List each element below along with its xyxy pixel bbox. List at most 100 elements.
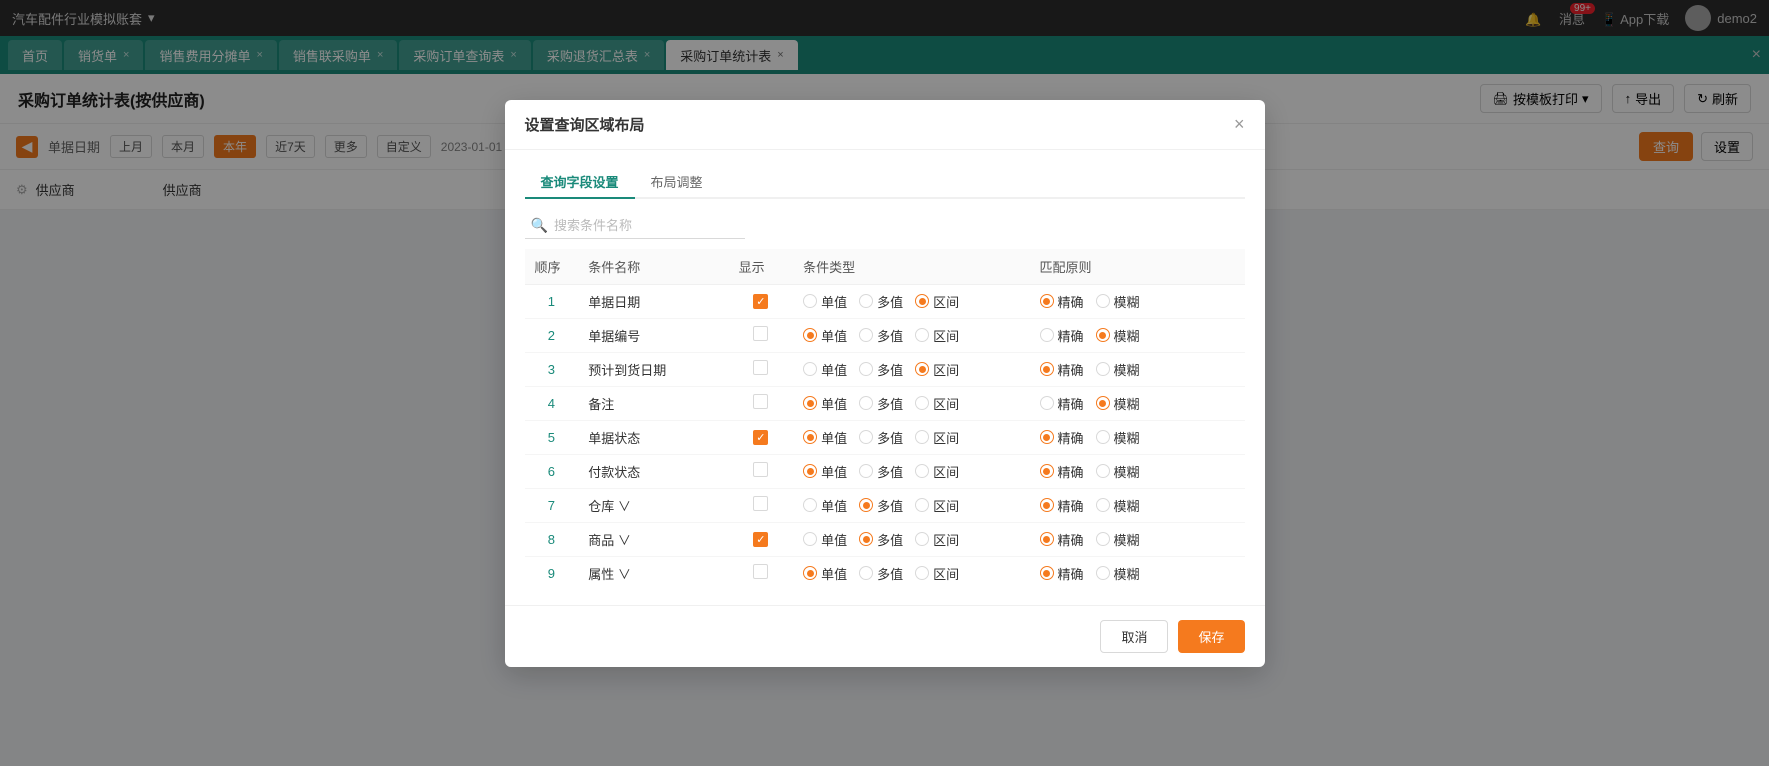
type-radio-多值[interactable]: 多值: [859, 428, 903, 447]
match-radio-精确[interactable]: 精确: [1040, 326, 1084, 345]
type-radio-多值[interactable]: 多值: [859, 394, 903, 413]
match-radio-模糊[interactable]: 模糊: [1096, 428, 1140, 447]
dialog-body: 查询字段设置 布局调整 🔍 顺序 条件名称 显示 条件类型: [505, 150, 1265, 605]
cell-match: 精确 模糊: [1030, 284, 1245, 318]
match-radio-模糊[interactable]: 模糊: [1096, 462, 1140, 481]
match-radio-精确[interactable]: 精确: [1040, 428, 1084, 447]
type-radio-多值[interactable]: 多值: [859, 360, 903, 379]
display-checkbox[interactable]: ✓: [753, 294, 768, 309]
type-radio-区间[interactable]: 区间: [915, 496, 959, 515]
radio-label: 模糊: [1114, 360, 1140, 379]
display-checkbox[interactable]: [753, 564, 768, 579]
radio-label: 区间: [933, 428, 959, 447]
radio-dot: [803, 328, 817, 342]
type-radio-单值[interactable]: 单值: [803, 462, 847, 481]
type-radio-多值[interactable]: 多值: [859, 292, 903, 311]
radio-label: 单值: [821, 496, 847, 515]
display-checkbox[interactable]: ✓: [753, 532, 768, 547]
cell-name: 备注: [578, 386, 728, 420]
radio-label: 多值: [877, 292, 903, 311]
match-radio-精确[interactable]: 精确: [1040, 564, 1084, 583]
match-radio-精确[interactable]: 精确: [1040, 530, 1084, 549]
display-checkbox[interactable]: [753, 360, 768, 375]
dialog-title: 设置查询区域布局: [525, 114, 645, 135]
match-radio-模糊[interactable]: 模糊: [1096, 326, 1140, 345]
type-radio-区间[interactable]: 区间: [915, 292, 959, 311]
radio-dot: [859, 464, 873, 478]
type-radio-多值[interactable]: 多值: [859, 564, 903, 583]
radio-label: 精确: [1058, 496, 1084, 515]
display-checkbox[interactable]: ✓: [753, 430, 768, 445]
match-radio-模糊[interactable]: 模糊: [1096, 360, 1140, 379]
match-radio-模糊[interactable]: 模糊: [1096, 292, 1140, 311]
type-radio-区间[interactable]: 区间: [915, 530, 959, 549]
radio-label: 单值: [821, 360, 847, 379]
type-radio-单值[interactable]: 单值: [803, 530, 847, 549]
radio-dot: [803, 566, 817, 580]
cell-order: 1: [525, 284, 579, 318]
cell-display[interactable]: ✓: [729, 522, 793, 556]
type-radio-单值[interactable]: 单值: [803, 564, 847, 583]
cell-display[interactable]: [729, 488, 793, 522]
th-type: 条件类型: [793, 249, 1029, 285]
save-button[interactable]: 保存: [1178, 620, 1244, 653]
match-radio-模糊[interactable]: 模糊: [1096, 530, 1140, 549]
cell-order: 8: [525, 522, 579, 556]
type-radio-区间[interactable]: 区间: [915, 326, 959, 345]
type-radio-多值[interactable]: 多值: [859, 530, 903, 549]
cell-display[interactable]: [729, 454, 793, 488]
search-box: 🔍: [525, 213, 745, 239]
match-radio-精确[interactable]: 精确: [1040, 394, 1084, 413]
match-radio-精确[interactable]: 精确: [1040, 292, 1084, 311]
type-radio-区间[interactable]: 区间: [915, 462, 959, 481]
radio-label: 单值: [821, 462, 847, 481]
cell-order: 2: [525, 318, 579, 352]
radio-dot: [915, 532, 929, 546]
type-radio-区间[interactable]: 区间: [915, 564, 959, 583]
cell-display[interactable]: [729, 556, 793, 589]
cell-display[interactable]: ✓: [729, 284, 793, 318]
dialog-close-button[interactable]: ×: [1234, 115, 1245, 133]
dialog-tab-layout[interactable]: 布局调整: [635, 166, 719, 199]
radio-label: 单值: [821, 326, 847, 345]
dialog-tab-fields[interactable]: 查询字段设置: [525, 166, 635, 199]
radio-dot: [1040, 430, 1054, 444]
radio-label: 模糊: [1114, 496, 1140, 515]
type-radio-单值[interactable]: 单值: [803, 394, 847, 413]
type-radio-单值[interactable]: 单值: [803, 326, 847, 345]
type-radio-多值[interactable]: 多值: [859, 326, 903, 345]
radio-dot: [1096, 396, 1110, 410]
match-radio-精确[interactable]: 精确: [1040, 462, 1084, 481]
radio-label: 单值: [821, 394, 847, 413]
match-radio-精确[interactable]: 精确: [1040, 360, 1084, 379]
display-checkbox[interactable]: [753, 394, 768, 409]
type-radio-区间[interactable]: 区间: [915, 360, 959, 379]
match-radio-模糊[interactable]: 模糊: [1096, 564, 1140, 583]
type-radio-多值[interactable]: 多值: [859, 496, 903, 515]
radio-label: 模糊: [1114, 530, 1140, 549]
match-radio-精确[interactable]: 精确: [1040, 496, 1084, 515]
type-radio-单值[interactable]: 单值: [803, 428, 847, 447]
display-checkbox[interactable]: [753, 462, 768, 477]
cell-display[interactable]: [729, 386, 793, 420]
radio-label: 模糊: [1114, 292, 1140, 311]
display-checkbox[interactable]: [753, 496, 768, 511]
cancel-button[interactable]: 取消: [1100, 620, 1168, 653]
cell-type: 单值多值区间: [793, 318, 1029, 352]
match-radio-模糊[interactable]: 模糊: [1096, 496, 1140, 515]
search-input[interactable]: [554, 218, 734, 233]
cell-name: 单据编号: [578, 318, 728, 352]
type-radio-单值[interactable]: 单值: [803, 360, 847, 379]
type-radio-区间[interactable]: 区间: [915, 428, 959, 447]
display-checkbox[interactable]: [753, 326, 768, 341]
match-radio-模糊[interactable]: 模糊: [1096, 394, 1140, 413]
type-radio-单值[interactable]: 单值: [803, 496, 847, 515]
cell-display[interactable]: [729, 318, 793, 352]
type-radio-单值[interactable]: 单值: [803, 292, 847, 311]
type-radio-多值[interactable]: 多值: [859, 462, 903, 481]
radio-label: 模糊: [1114, 326, 1140, 345]
config-table: 顺序 条件名称 显示 条件类型 匹配原则 1单据日期✓单值多值区间精确模糊2单据…: [525, 249, 1245, 589]
type-radio-区间[interactable]: 区间: [915, 394, 959, 413]
cell-display[interactable]: [729, 352, 793, 386]
cell-display[interactable]: ✓: [729, 420, 793, 454]
